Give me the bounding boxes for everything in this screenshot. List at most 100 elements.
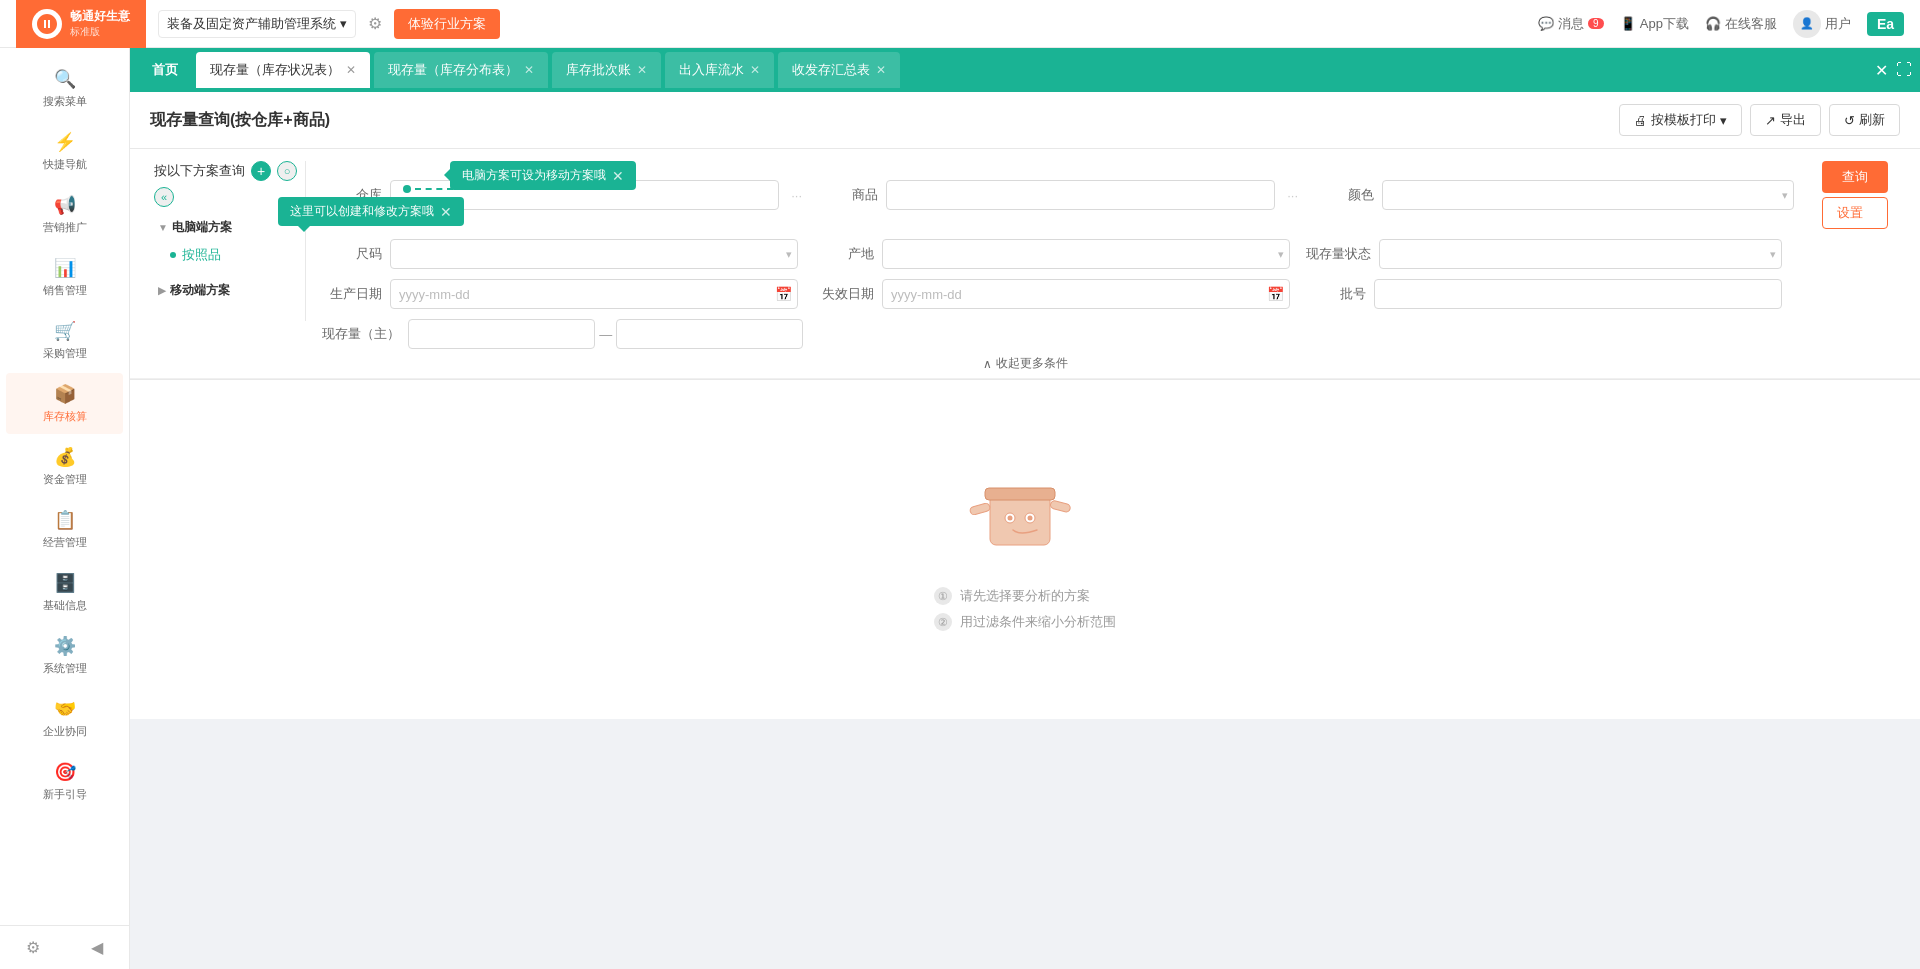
refresh-icon: ↺: [1844, 113, 1855, 128]
chevron-down-icon: ▾: [1720, 113, 1727, 128]
search-btn[interactable]: 查询: [1822, 161, 1888, 193]
user-profile-btn[interactable]: 👤 用户: [1793, 10, 1851, 38]
goods-label: 商品: [818, 186, 878, 204]
back-scheme-btn[interactable]: «: [154, 187, 174, 207]
tab-close-icon-2[interactable]: ✕: [524, 63, 534, 77]
goods-dots[interactable]: ···: [1287, 188, 1298, 203]
sales-icon: 📊: [54, 257, 76, 279]
tab-flow-label: 出入库流水: [679, 61, 744, 79]
tab-close-icon[interactable]: ✕: [346, 63, 356, 77]
tab-inventory-dist-label: 现存量（库存分布表）: [388, 61, 518, 79]
app-name: 畅通好生意: [70, 8, 130, 25]
sidebar-item-marketing[interactable]: 📢 营销推广: [6, 184, 123, 245]
app-download-label: App下载: [1640, 15, 1689, 33]
svg-point-5: [1028, 516, 1033, 521]
tab-summary[interactable]: 收发存汇总表 ✕: [778, 52, 900, 88]
step-1-text: 请先选择要分析的方案: [960, 587, 1090, 605]
refresh-btn[interactable]: ↺ 刷新: [1829, 104, 1900, 136]
svg-rect-0: [990, 495, 1050, 545]
scheme-entry-pc[interactable]: 按照品: [154, 240, 297, 270]
tab-inventory-dist[interactable]: 现存量（库存分布表） ✕: [374, 52, 548, 88]
tab-close-icon-4[interactable]: ✕: [750, 63, 760, 77]
sidebar-item-purchase[interactable]: 🛒 采购管理: [6, 310, 123, 371]
settings-icon[interactable]: ⚙: [368, 14, 382, 33]
step-2-num: ②: [934, 613, 952, 631]
origin-select[interactable]: [882, 239, 1290, 269]
tab-close-icon-3[interactable]: ✕: [637, 63, 647, 77]
sidebar-settings-icon[interactable]: ⚙: [26, 938, 40, 957]
tooltip-2-close[interactable]: ✕: [440, 204, 452, 220]
expiry-date-cal-icon[interactable]: 📅: [1267, 286, 1284, 302]
inventory-icon: 📦: [54, 383, 76, 405]
tab-summary-label: 收发存汇总表: [792, 61, 870, 79]
export-btn[interactable]: ↗ 导出: [1750, 104, 1821, 136]
experience-btn[interactable]: 体验行业方案: [394, 9, 500, 39]
user-name: 用户: [1825, 15, 1851, 33]
stock-amount-max[interactable]: [616, 319, 803, 349]
tab-minimize-icon[interactable]: ✕: [1875, 61, 1888, 80]
svg-point-4: [1008, 516, 1013, 521]
tab-flow[interactable]: 出入库流水 ✕: [665, 52, 774, 88]
origin-label: 产地: [814, 245, 874, 263]
tooltip-connector-1: [403, 187, 453, 191]
color-label: 颜色: [1314, 186, 1374, 204]
tab-inventory-status[interactable]: 现存量（库存状况表） ✕: [196, 52, 370, 88]
online-support-btn[interactable]: 🎧 在线客服: [1705, 15, 1777, 33]
filter-label: 按以下方案查询: [154, 162, 245, 180]
sidebar-item-inventory[interactable]: 📦 库存核算: [6, 373, 123, 434]
sidebar-item-operations[interactable]: 📋 经营管理: [6, 499, 123, 560]
pc-scheme-section[interactable]: ▼ 电脑端方案: [154, 215, 297, 240]
app-download-btn[interactable]: 📱 App下载: [1620, 15, 1689, 33]
search-icon: 🔍: [54, 68, 76, 90]
warehouse-dots[interactable]: ···: [791, 188, 802, 203]
expiry-date-input[interactable]: [882, 279, 1290, 309]
sidebar-item-sales[interactable]: 📊 销售管理: [6, 247, 123, 308]
collapse-btn[interactable]: ∧ 收起更多条件: [130, 349, 1920, 379]
size-label: 尺码: [322, 245, 382, 263]
prod-date-cal-icon[interactable]: 📅: [775, 286, 792, 302]
sidebar-item-quicknav[interactable]: ⚡ 快捷导航: [6, 121, 123, 182]
avatar: 👤: [1793, 10, 1821, 38]
tab-maximize-icon[interactable]: ⛶: [1896, 61, 1912, 80]
tab-home[interactable]: 首页: [138, 52, 192, 88]
basic-icon: 🗄️: [54, 572, 76, 594]
add-scheme-btn[interactable]: +: [251, 161, 271, 181]
scheme-active-dot: [170, 252, 176, 258]
batch-no-label: 批号: [1306, 285, 1366, 303]
sidebar-item-guide[interactable]: 🎯 新手引导: [6, 751, 123, 812]
messages-btn[interactable]: 💬 消息 9: [1538, 15, 1604, 33]
collapse-arrow-icon: ▼: [158, 222, 168, 233]
phone-icon: 📱: [1620, 16, 1636, 31]
sidebar-item-search[interactable]: 🔍 搜索菜单: [6, 58, 123, 119]
scheme-entry-label: 按照品: [182, 246, 221, 264]
batch-no-input[interactable]: [1374, 279, 1782, 309]
messages-badge: 9: [1588, 18, 1604, 29]
tooltip-1-close[interactable]: ✕: [612, 168, 624, 184]
tab-close-icon-5[interactable]: ✕: [876, 63, 886, 77]
svg-rect-7: [1050, 500, 1071, 513]
collapse-up-icon: ∧: [983, 357, 992, 371]
system-name: 装备及固定资产辅助管理系统: [167, 15, 336, 33]
sidebar-item-assets[interactable]: 💰 资金管理: [6, 436, 123, 497]
export-icon: ↗: [1765, 113, 1776, 128]
stock-amount-min[interactable]: [408, 319, 595, 349]
system-selector[interactable]: 装备及固定资产辅助管理系统 ▾: [158, 10, 356, 38]
size-select[interactable]: [390, 239, 798, 269]
color-select[interactable]: [1382, 180, 1794, 210]
sidebar-item-basic[interactable]: 🗄️ 基础信息: [6, 562, 123, 623]
sidebar-collapse-icon[interactable]: ◀: [91, 938, 103, 957]
setting-btn[interactable]: 设置: [1822, 197, 1888, 229]
sidebar-item-enterprise[interactable]: 🤝 企业协同: [6, 688, 123, 749]
tab-batch[interactable]: 库存批次账 ✕: [552, 52, 661, 88]
prod-date-label: 生产日期: [322, 285, 382, 303]
goods-input[interactable]: [886, 180, 1275, 210]
printer-icon: 🖨: [1634, 113, 1647, 128]
empty-steps: ① 请先选择要分析的方案 ② 用过滤条件来缩小分析范围: [934, 587, 1116, 639]
edit-scheme-btn[interactable]: ○: [277, 161, 297, 181]
mobile-scheme-section[interactable]: ▶ 移动端方案: [154, 278, 297, 303]
stock-status-select[interactable]: [1379, 239, 1782, 269]
prod-date-input[interactable]: [390, 279, 798, 309]
sidebar-item-system[interactable]: ⚙️ 系统管理: [6, 625, 123, 686]
guide-icon: 🎯: [54, 761, 76, 783]
print-btn[interactable]: 🖨 按模板打印 ▾: [1619, 104, 1742, 136]
